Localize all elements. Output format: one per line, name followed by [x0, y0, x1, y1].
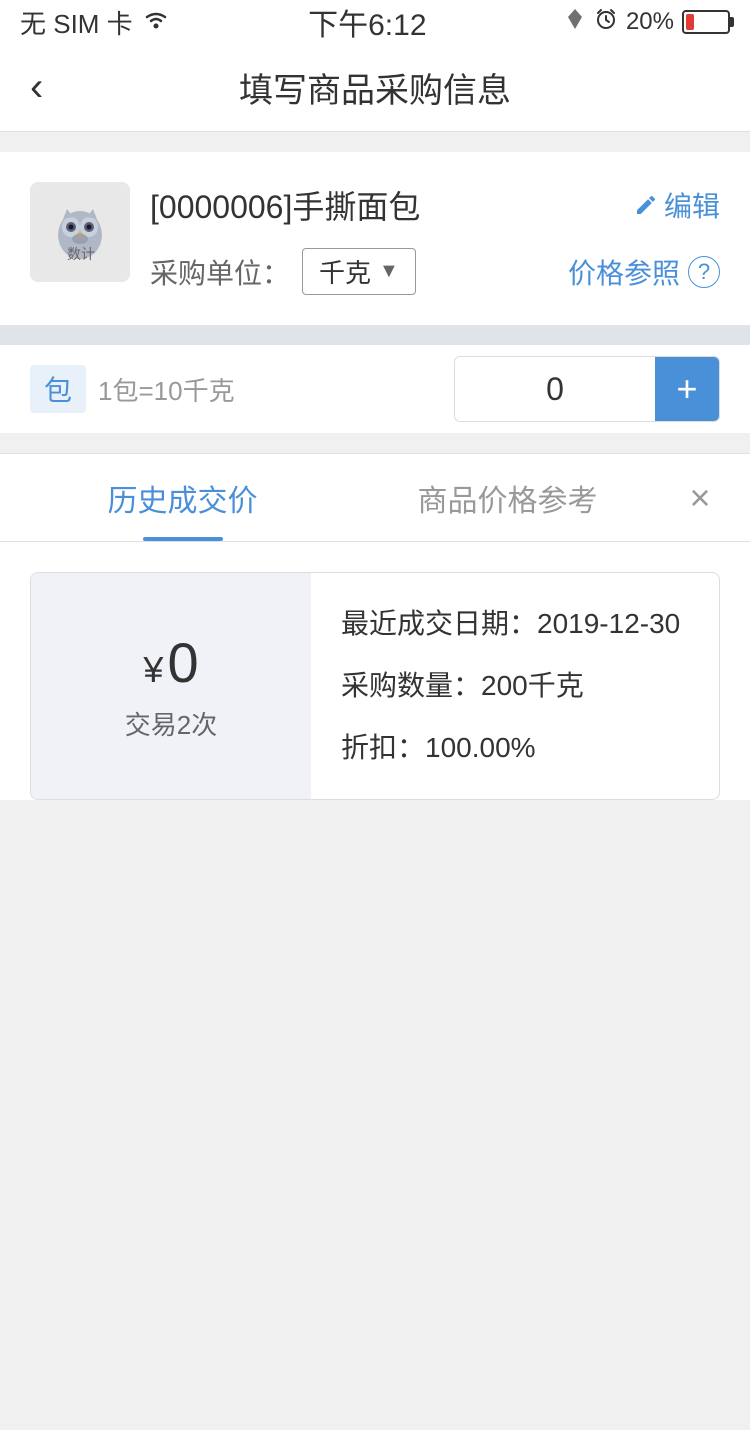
unit-conversion-text: 1包=10千克: [98, 371, 235, 408]
svg-text:数计: 数计: [67, 246, 95, 262]
discount-value: 100.00%: [425, 732, 536, 763]
product-title: 手撕面包: [292, 189, 420, 225]
product-unit-row: 采购单位： 千克 ▼ 价格参照 ?: [150, 248, 720, 295]
back-button[interactable]: ‹: [20, 55, 53, 120]
product-logo: 数计: [40, 192, 120, 272]
tab-history-price[interactable]: 历史成交价: [20, 454, 345, 541]
edit-label: 编辑: [664, 185, 720, 225]
section-divider: [0, 325, 750, 345]
product-name-row: [0000006]手撕面包 编辑: [150, 182, 720, 228]
product-thumbnail: 数计: [30, 182, 130, 282]
unit-selector[interactable]: 千克 ▼: [302, 248, 416, 295]
unit-arrow-icon: ▼: [379, 260, 399, 283]
status-bar: 无 SIM 卡 下午6:12 20%: [0, 0, 750, 44]
currency-symbol: ¥: [143, 649, 163, 690]
unit-info: 包 1包=10千克: [30, 365, 454, 413]
tab-history-label: 历史成交价: [108, 476, 258, 520]
recent-date-value: 2019-12-30: [537, 608, 680, 639]
battery-percentage: 20%: [626, 8, 674, 36]
unit-prefix: 采购单位：: [150, 252, 290, 292]
price-details: 最近成交日期：2019-12-30 采购数量：200千克 折扣：100.00%: [311, 573, 719, 799]
carrier-text: 无 SIM 卡: [20, 4, 133, 41]
quantity-input-group: +: [454, 356, 720, 422]
battery-icon: [682, 10, 730, 34]
product-id: [0000006]: [150, 189, 292, 225]
help-icon: ?: [688, 256, 720, 288]
status-right: 20%: [564, 7, 730, 38]
wifi-icon: [141, 7, 171, 38]
quantity-detail-value: 200千克: [481, 670, 584, 701]
tab-active-indicator: [143, 537, 223, 541]
edit-button[interactable]: 编辑: [634, 185, 720, 225]
status-left: 无 SIM 卡: [20, 4, 171, 41]
tab-product-price-label: 商品价格参考: [418, 476, 598, 520]
page-title: 填写商品采购信息: [239, 63, 511, 112]
discount-row: 折扣：100.00%: [341, 727, 689, 769]
product-name: [0000006]手撕面包: [150, 182, 420, 228]
location-icon: [564, 7, 586, 38]
product-details: [0000006]手撕面包 编辑 采购单位： 千克 ▼ 价格参照 ?: [150, 182, 720, 295]
price-value: 0: [167, 631, 198, 694]
recent-date-row: 最近成交日期：2019-12-30: [341, 603, 689, 645]
main-content: [0, 830, 750, 1430]
bottom-panel: 历史成交价 商品价格参考 × ¥0 交易2次 最近成交日期：2019-12-30…: [0, 453, 750, 800]
quantity-input[interactable]: [455, 357, 655, 421]
unit-value: 千克: [319, 253, 371, 290]
price-ref-label: 价格参照: [568, 252, 680, 292]
tab-product-price-ref[interactable]: 商品价格参考: [345, 454, 670, 541]
unit-label: 采购单位： 千克 ▼: [150, 248, 416, 295]
quantity-row: 包 1包=10千克 +: [0, 345, 750, 433]
tab-close-button[interactable]: ×: [670, 468, 730, 528]
status-time: 下午6:12: [308, 0, 426, 44]
price-reference-button[interactable]: 价格参照 ?: [568, 252, 720, 292]
price-trades: 交易2次: [125, 705, 217, 742]
nav-bar: ‹ 填写商品采购信息: [0, 44, 750, 132]
quantity-detail-label: 采购数量：: [341, 670, 481, 701]
quantity-plus-button[interactable]: +: [655, 357, 719, 421]
alarm-icon: [594, 7, 618, 38]
discount-label: 折扣：: [341, 732, 425, 763]
price-card: ¥0 交易2次 最近成交日期：2019-12-30 采购数量：200千克 折扣：…: [30, 572, 720, 800]
product-card: 数计 [0000006]手撕面包 编辑 采购单位： 千克 ▼: [0, 152, 750, 325]
tab-bar: 历史成交价 商品价格参考 ×: [0, 454, 750, 542]
quantity-row-detail: 采购数量：200千克: [341, 665, 689, 707]
recent-date-label: 最近成交日期：: [341, 608, 537, 639]
price-amount: ¥0: [143, 630, 198, 695]
price-summary: ¥0 交易2次: [31, 573, 311, 799]
unit-badge-blue: 包: [30, 365, 86, 413]
